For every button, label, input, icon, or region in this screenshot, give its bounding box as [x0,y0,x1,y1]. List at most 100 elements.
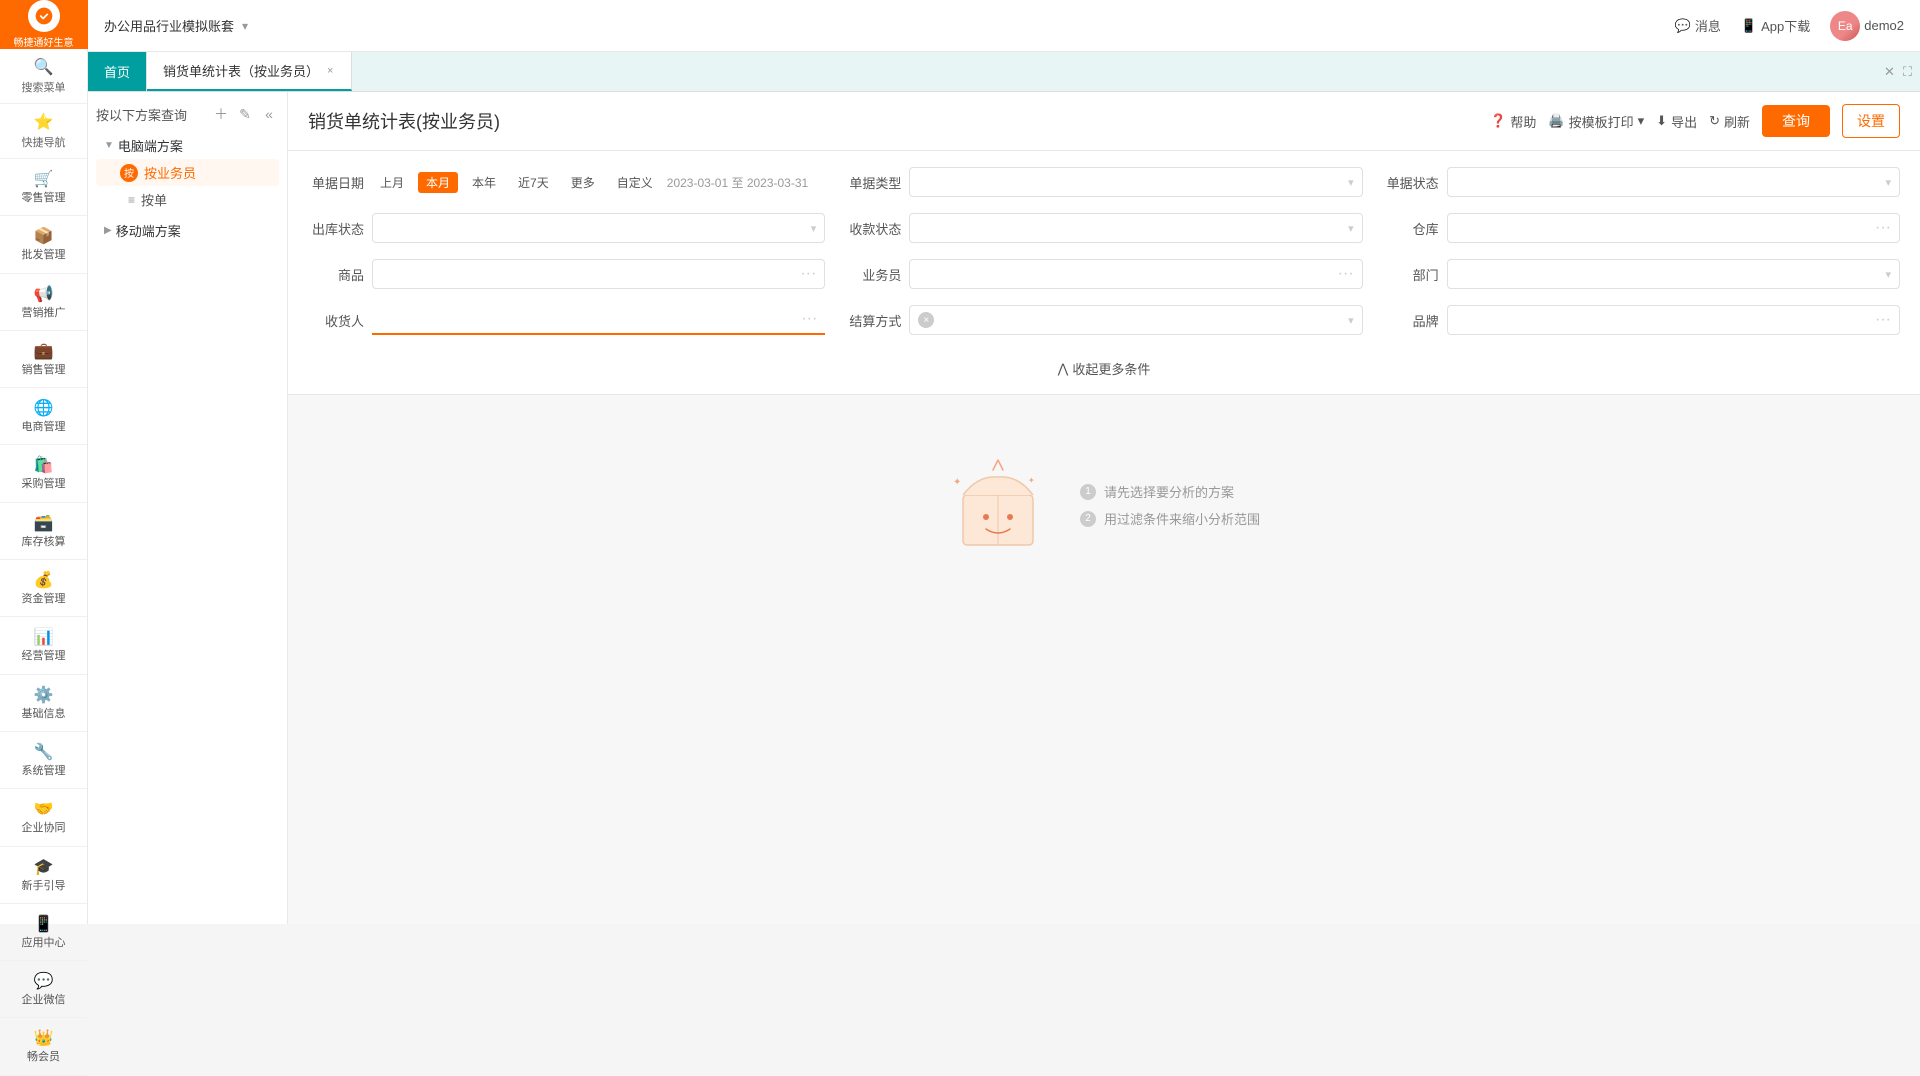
doc-type-select[interactable]: ▾ [909,167,1362,197]
tree-item-by-order[interactable]: ≡ 按单 [96,186,279,213]
sidebar-item-ecommerce[interactable]: 🌐 电商管理 [0,388,87,445]
sidebar-item-operations[interactable]: 📊 经营管理 [0,617,87,674]
export-button[interactable]: ⬇ 导出 [1656,112,1697,131]
filter-item-collect-status: 收款状态 ▾ [845,213,1362,243]
receiver-dots[interactable]: ··· [801,310,817,328]
member-icon: 👑 [34,1028,54,1048]
filter-item-date: 单据日期 上月 本月 本年 近7天 更多 自定义 2023-03-01 至 20… [308,172,825,193]
query-button[interactable]: 查询 [1762,105,1830,137]
sidebar-logo[interactable]: 畅捷通好生意 [0,0,88,49]
sidebar-item-inventory[interactable]: 🗃️ 库存核算 [0,503,87,560]
empty-state-container: ✦ ✦ 1 请先选择要分析的方案 2 [948,455,1260,555]
sidebar-item-marketing[interactable]: 📢 营销推广 [0,274,87,331]
filter-row-2: 出库状态 ▾ 收款状态 ▾ 仓库 [308,213,1900,243]
message-button[interactable]: 💬 消息 [1675,16,1721,35]
warehouse-label: 仓库 [1383,219,1439,238]
refresh-label: 刷新 [1724,112,1750,131]
doc-status-select[interactable]: ▾ [1447,167,1900,197]
receiver-input[interactable] [380,312,797,327]
topbar-right: 💬 消息 📱 App下载 Ea demo2 [1675,11,1904,41]
sidebar-item-basic[interactable]: ⚙️ 基础信息 [0,675,87,732]
date-btn-last-month[interactable]: 上月 [372,172,412,193]
sidebar-item-system[interactable]: 🔧 系统管理 [0,732,87,789]
user-menu[interactable]: Ea demo2 [1830,11,1904,41]
out-status-select[interactable]: ▾ [372,213,825,243]
newbie-label: 新手引导 [22,879,66,893]
print-dropdown-icon[interactable]: ▾ [1638,113,1645,129]
inventory-label: 库存核算 [22,535,66,549]
maximize-icon[interactable]: ⛶ [1903,64,1912,80]
sidebar: 畅捷通好生意 🔍 搜索菜单 ⭐ 快捷导航 🛒 零售管理 📦 批发管理 📢 营销推… [0,0,88,924]
salesman-dots[interactable]: ··· [1338,265,1354,283]
warehouse-dots[interactable]: ··· [1875,219,1891,237]
operations-label: 经营管理 [22,649,66,663]
help-icon: ❓ [1490,113,1506,129]
enterprise-icon: 🤝 [34,799,54,819]
edit-scheme-button[interactable]: ✎ [235,104,255,124]
tree-item-order-label: 按单 [141,190,167,209]
tree-item-salesman-label: 按业务员 [144,163,196,182]
app-download-button[interactable]: 📱 App下载 [1741,16,1810,35]
date-btn-more[interactable]: 更多 [563,172,603,193]
date-btn-7days[interactable]: 近7天 [510,172,557,193]
hint-2-num: 2 [1080,511,1096,527]
out-status-arrow: ▾ [811,222,817,235]
goods-label: 商品 [308,265,364,284]
sidebar-item-wholesale[interactable]: 📦 批发管理 [0,216,87,273]
sidebar-item-retail[interactable]: 🛒 零售管理 [0,159,87,216]
print-button[interactable]: 🖨️ 按模板打印 ▾ [1548,112,1644,131]
payment-clear-button[interactable]: × [918,312,934,328]
help-button[interactable]: ❓ 帮助 [1490,112,1536,131]
filter-row-4: 收货人 ··· 结算方式 × ▾ 品牌 [308,305,1900,335]
tree-item-by-salesman[interactable]: 按 按业务员 [96,159,279,186]
sidebar-item-newbie[interactable]: 🎓 新手引导 [0,847,87,904]
sidebar-item-member[interactable]: 👑 畅会员 [0,1018,87,1075]
date-btn-current-month[interactable]: 本月 [418,172,458,193]
sidebar-item-purchase[interactable]: 🛍️ 采购管理 [0,445,87,502]
filter-row-3: 商品 ··· 业务员 ··· 部门 [308,259,1900,289]
tree-section-mobile-header[interactable]: ▶ 移动端方案 [96,217,279,244]
topbar-dropdown[interactable]: ▾ [242,19,248,33]
tree-section-pc-header[interactable]: ▼ 电脑端方案 [96,132,279,159]
filter-item-out-status: 出库状态 ▾ [308,213,825,243]
tab-close-button[interactable]: × [325,63,335,79]
salesman-select[interactable]: ··· [909,259,1362,289]
order-icon: ≡ [128,193,135,207]
sidebar-quick-nav[interactable]: ⭐ 快捷导航 [0,104,87,159]
sidebar-search-menu[interactable]: 🔍 搜索菜单 [0,49,87,104]
sidebar-item-sales[interactable]: 💼 销售管理 [0,331,87,388]
tab-sales-stats[interactable]: 销货单统计表（按业务员） × [147,52,352,91]
refresh-button[interactable]: ↻ 刷新 [1709,112,1750,131]
date-btn-current-year[interactable]: 本年 [464,172,504,193]
tab-home[interactable]: 首页 [88,52,147,91]
quick-nav-label: 快捷导航 [22,134,66,150]
collect-status-select[interactable]: ▾ [909,213,1362,243]
message-label: 消息 [1695,16,1721,35]
sidebar-item-apps[interactable]: 📱 应用中心 [0,904,87,961]
date-btn-custom[interactable]: 自定义 [609,172,661,193]
receiver-input-box[interactable]: ··· [372,305,825,335]
sidebar-item-enterprise[interactable]: 🤝 企业协同 [0,789,87,846]
dept-select[interactable]: ▾ [1447,259,1900,289]
basic-label: 基础信息 [22,707,66,721]
filter-row-1: 单据日期 上月 本月 本年 近7天 更多 自定义 2023-03-01 至 20… [308,167,1900,197]
warehouse-select[interactable]: ··· [1447,213,1900,243]
filter-item-receiver: 收货人 ··· [308,305,825,335]
collapse-panel-button[interactable]: « [259,104,279,124]
brand-dots[interactable]: ··· [1875,311,1891,329]
right-panel: 销货单统计表(按业务员) ❓ 帮助 🖨️ 按模板打印 ▾ ⬇ 导出 [288,92,1920,924]
sidebar-item-finance[interactable]: 💰 资金管理 [0,560,87,617]
export-icon: ⬇ [1656,113,1667,129]
dept-arrow: ▾ [1885,268,1891,281]
close-window-icon[interactable]: ✕ [1884,64,1895,80]
collapse-filter-button[interactable]: ⋀ 收起更多条件 [1058,359,1151,378]
empty-hints: 1 请先选择要分析的方案 2 用过滤条件来缩小分析范围 [1080,482,1260,528]
filter-area: 单据日期 上月 本月 本年 近7天 更多 自定义 2023-03-01 至 20… [288,151,1920,395]
goods-select[interactable]: ··· [372,259,825,289]
goods-dots[interactable]: ··· [800,265,816,283]
payment-select[interactable]: × ▾ [909,305,1362,335]
sidebar-item-wechat[interactable]: 💬 企业微信 [0,961,87,1018]
brand-select[interactable]: ··· [1447,305,1900,335]
settings-button[interactable]: 设置 [1842,104,1900,138]
add-scheme-button[interactable]: ＋ [211,104,231,124]
